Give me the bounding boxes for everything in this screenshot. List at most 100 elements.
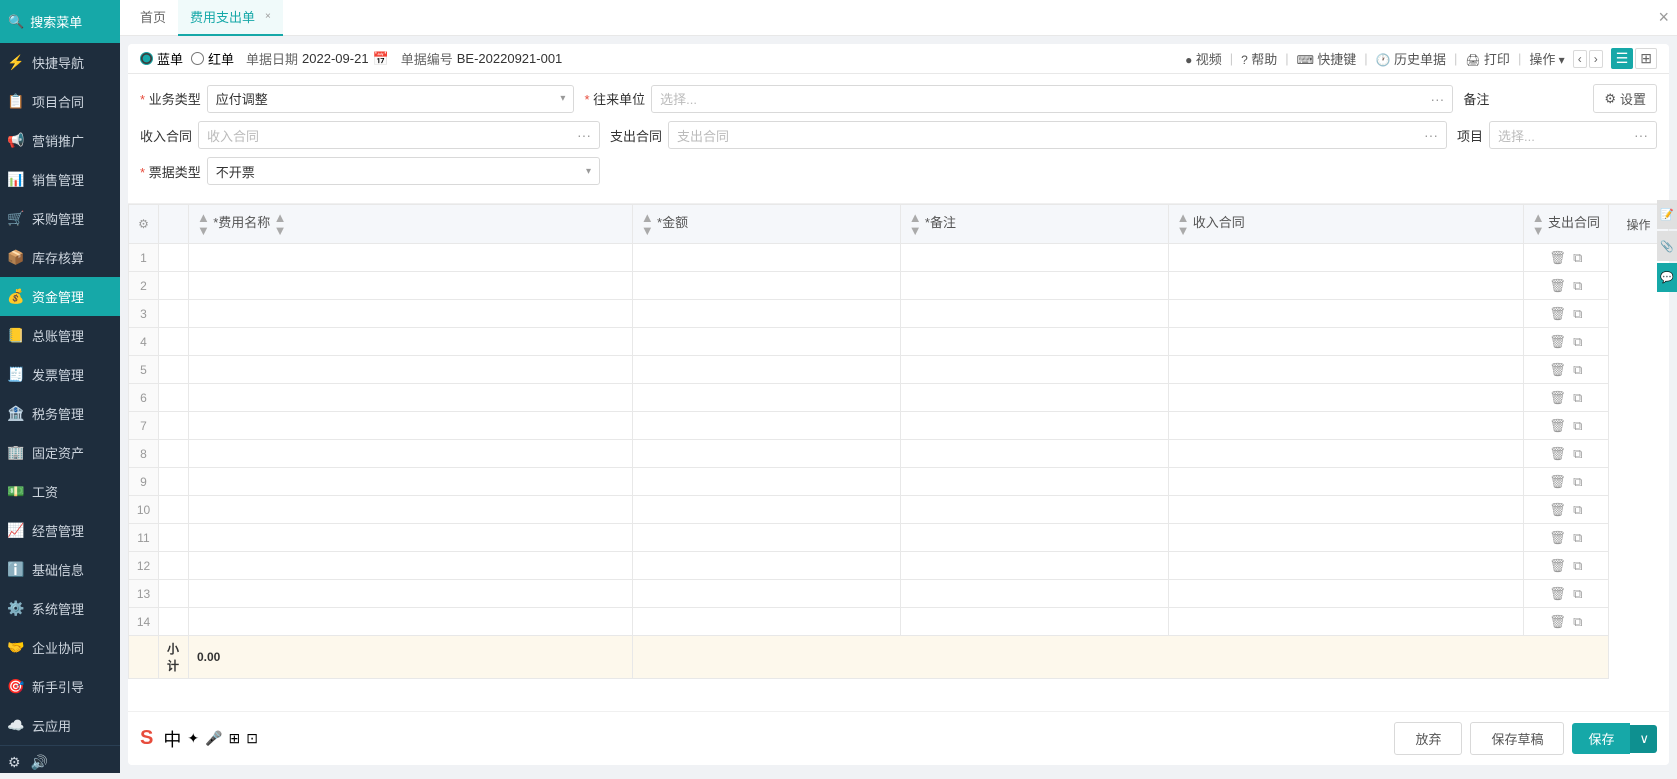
row-14-delete-icon[interactable]: 🗑 <box>1549 614 1566 629</box>
window-close-btn[interactable]: × <box>1658 7 1669 28</box>
row-1-expense-contract[interactable] <box>1168 244 1523 272</box>
row-2-expense-contract[interactable] <box>1168 272 1523 300</box>
row-6-delete-icon[interactable]: 🗑 <box>1549 390 1566 405</box>
row-9-copy-icon[interactable]: ⧉ <box>1573 474 1582 489</box>
row-13-delete-icon[interactable]: 🗑 <box>1549 586 1566 601</box>
row-2-income-contract[interactable] <box>900 272 1168 300</box>
row-10-expense-name[interactable] <box>159 496 189 524</box>
settings-icon[interactable]: ⚙ <box>8 754 21 771</box>
brand-icon-3[interactable]: 🎤 <box>205 730 222 747</box>
row-12-amount[interactable] <box>189 552 633 580</box>
row-2-note[interactable] <box>632 272 900 300</box>
row-6-expense-name[interactable] <box>159 384 189 412</box>
row-3-copy-icon[interactable]: ⧉ <box>1573 306 1582 321</box>
row-3-expense-contract[interactable] <box>1168 300 1523 328</box>
row-9-expense-contract[interactable] <box>1168 468 1523 496</box>
tab-home[interactable]: 首页 <box>128 0 178 36</box>
video-btn[interactable]: ● 视频 <box>1185 49 1222 68</box>
row-14-note[interactable] <box>632 608 900 636</box>
sidebar-item-new-user-guide[interactable]: 🎯 新手引导 <box>0 667 120 706</box>
project-dots[interactable]: ··· <box>1634 127 1648 143</box>
row-7-income-contract[interactable] <box>900 412 1168 440</box>
row-5-delete-icon[interactable]: 🗑 <box>1549 362 1566 377</box>
row-14-expense-contract[interactable] <box>1168 608 1523 636</box>
brand-icon-4[interactable]: ⊞ <box>229 730 241 747</box>
draft-button[interactable]: 保存草稿 <box>1470 722 1564 755</box>
row-13-income-contract[interactable] <box>900 580 1168 608</box>
row-11-income-contract[interactable] <box>900 524 1168 552</box>
radio-red[interactable]: 红单 <box>191 49 234 68</box>
sidebar-item-marketing[interactable]: 📢 营销推广 <box>0 121 120 160</box>
sidebar-item-fixed-assets[interactable]: 🏢 固定资产 <box>0 433 120 472</box>
partner-select[interactable]: 选择... ··· <box>651 85 1453 113</box>
row-1-amount[interactable] <box>189 244 633 272</box>
row-1-expense-name[interactable] <box>159 244 189 272</box>
sidebar-item-enterprise-collab[interactable]: 🤝 企业协同 <box>0 628 120 667</box>
row-6-income-contract[interactable] <box>900 384 1168 412</box>
income-contract-dots[interactable]: ··· <box>577 127 591 143</box>
right-panel-btn-1[interactable]: 📝 <box>1657 200 1677 229</box>
th-config[interactable]: ⚙ <box>129 205 159 244</box>
row-5-amount[interactable] <box>189 356 633 384</box>
next-btn[interactable]: › <box>1589 50 1603 68</box>
list-view-btn[interactable]: ☰ <box>1611 48 1634 69</box>
grid-view-btn[interactable]: ⊞ <box>1635 48 1657 69</box>
sidebar-item-cloud-apps[interactable]: ☁️ 云应用 <box>0 706 120 745</box>
expense-contract-select[interactable]: 支出合同 ··· <box>668 121 1447 149</box>
row-1-delete-icon[interactable]: 🗑 <box>1549 250 1566 265</box>
sidebar-item-invoice-mgmt[interactable]: 🧾 发票管理 <box>0 355 120 394</box>
row-2-copy-icon[interactable]: ⧉ <box>1573 278 1582 293</box>
row-9-expense-name[interactable] <box>159 468 189 496</box>
row-6-amount[interactable] <box>189 384 633 412</box>
row-5-expense-contract[interactable] <box>1168 356 1523 384</box>
row-5-expense-name[interactable] <box>159 356 189 384</box>
sidebar-search[interactable]: 🔍 搜索菜单 <box>0 0 120 43</box>
row-4-income-contract[interactable] <box>900 328 1168 356</box>
row-12-income-contract[interactable] <box>900 552 1168 580</box>
row-10-amount[interactable] <box>189 496 633 524</box>
row-11-amount[interactable] <box>189 524 633 552</box>
sidebar-item-project-contract[interactable]: 📋 项目合同 <box>0 82 120 121</box>
shortcut-btn[interactable]: ⌨ 快捷键 <box>1297 49 1357 68</box>
sidebar-item-payroll[interactable]: 💵 工资 <box>0 472 120 511</box>
sidebar-item-system-mgmt[interactable]: ⚙️ 系统管理 <box>0 589 120 628</box>
row-7-note[interactable] <box>632 412 900 440</box>
row-9-amount[interactable] <box>189 468 633 496</box>
row-8-expense-name[interactable] <box>159 440 189 468</box>
row-10-delete-icon[interactable]: 🗑 <box>1549 502 1566 517</box>
row-7-expense-contract[interactable] <box>1168 412 1523 440</box>
row-7-copy-icon[interactable]: ⧉ <box>1573 418 1582 433</box>
row-13-amount[interactable] <box>189 580 633 608</box>
sidebar-item-purchase-mgmt[interactable]: 🛒 采购管理 <box>0 199 120 238</box>
row-2-expense-name[interactable] <box>159 272 189 300</box>
row-10-copy-icon[interactable]: ⧉ <box>1573 502 1582 517</box>
row-4-note[interactable] <box>632 328 900 356</box>
history-btn[interactable]: 🕐 历史单据 <box>1376 49 1446 68</box>
row-2-delete-icon[interactable]: 🗑 <box>1549 278 1566 293</box>
row-13-expense-name[interactable] <box>159 580 189 608</box>
sidebar-item-basic-info[interactable]: ℹ️ 基础信息 <box>0 550 120 589</box>
calendar-icon[interactable]: 📅 <box>373 51 389 67</box>
row-14-amount[interactable] <box>189 608 633 636</box>
row-8-expense-contract[interactable] <box>1168 440 1523 468</box>
row-12-expense-name[interactable] <box>159 552 189 580</box>
row-1-note[interactable] <box>632 244 900 272</box>
sidebar-item-inventory[interactable]: 📦 库存核算 <box>0 238 120 277</box>
row-3-delete-icon[interactable]: 🗑 <box>1549 306 1566 321</box>
row-10-income-contract[interactable] <box>900 496 1168 524</box>
row-7-delete-icon[interactable]: 🗑 <box>1549 418 1566 433</box>
row-12-delete-icon[interactable]: 🗑 <box>1549 558 1566 573</box>
save-dropdown-btn[interactable]: ∨ <box>1630 725 1657 753</box>
settings-button[interactable]: ⚙ 设置 <box>1593 84 1657 113</box>
income-contract-select[interactable]: 收入合同 ··· <box>198 121 600 149</box>
row-2-amount[interactable] <box>189 272 633 300</box>
row-9-income-contract[interactable] <box>900 468 1168 496</box>
row-6-expense-contract[interactable] <box>1168 384 1523 412</box>
row-11-copy-icon[interactable]: ⧉ <box>1573 530 1582 545</box>
row-8-copy-icon[interactable]: ⧉ <box>1573 446 1582 461</box>
row-7-amount[interactable] <box>189 412 633 440</box>
sidebar-item-sales-mgmt[interactable]: 📊 销售管理 <box>0 160 120 199</box>
project-select[interactable]: 选择... ··· <box>1489 121 1657 149</box>
sidebar-item-capital-mgmt[interactable]: 💰 资金管理 <box>0 277 120 316</box>
row-4-copy-icon[interactable]: ⧉ <box>1573 334 1582 349</box>
